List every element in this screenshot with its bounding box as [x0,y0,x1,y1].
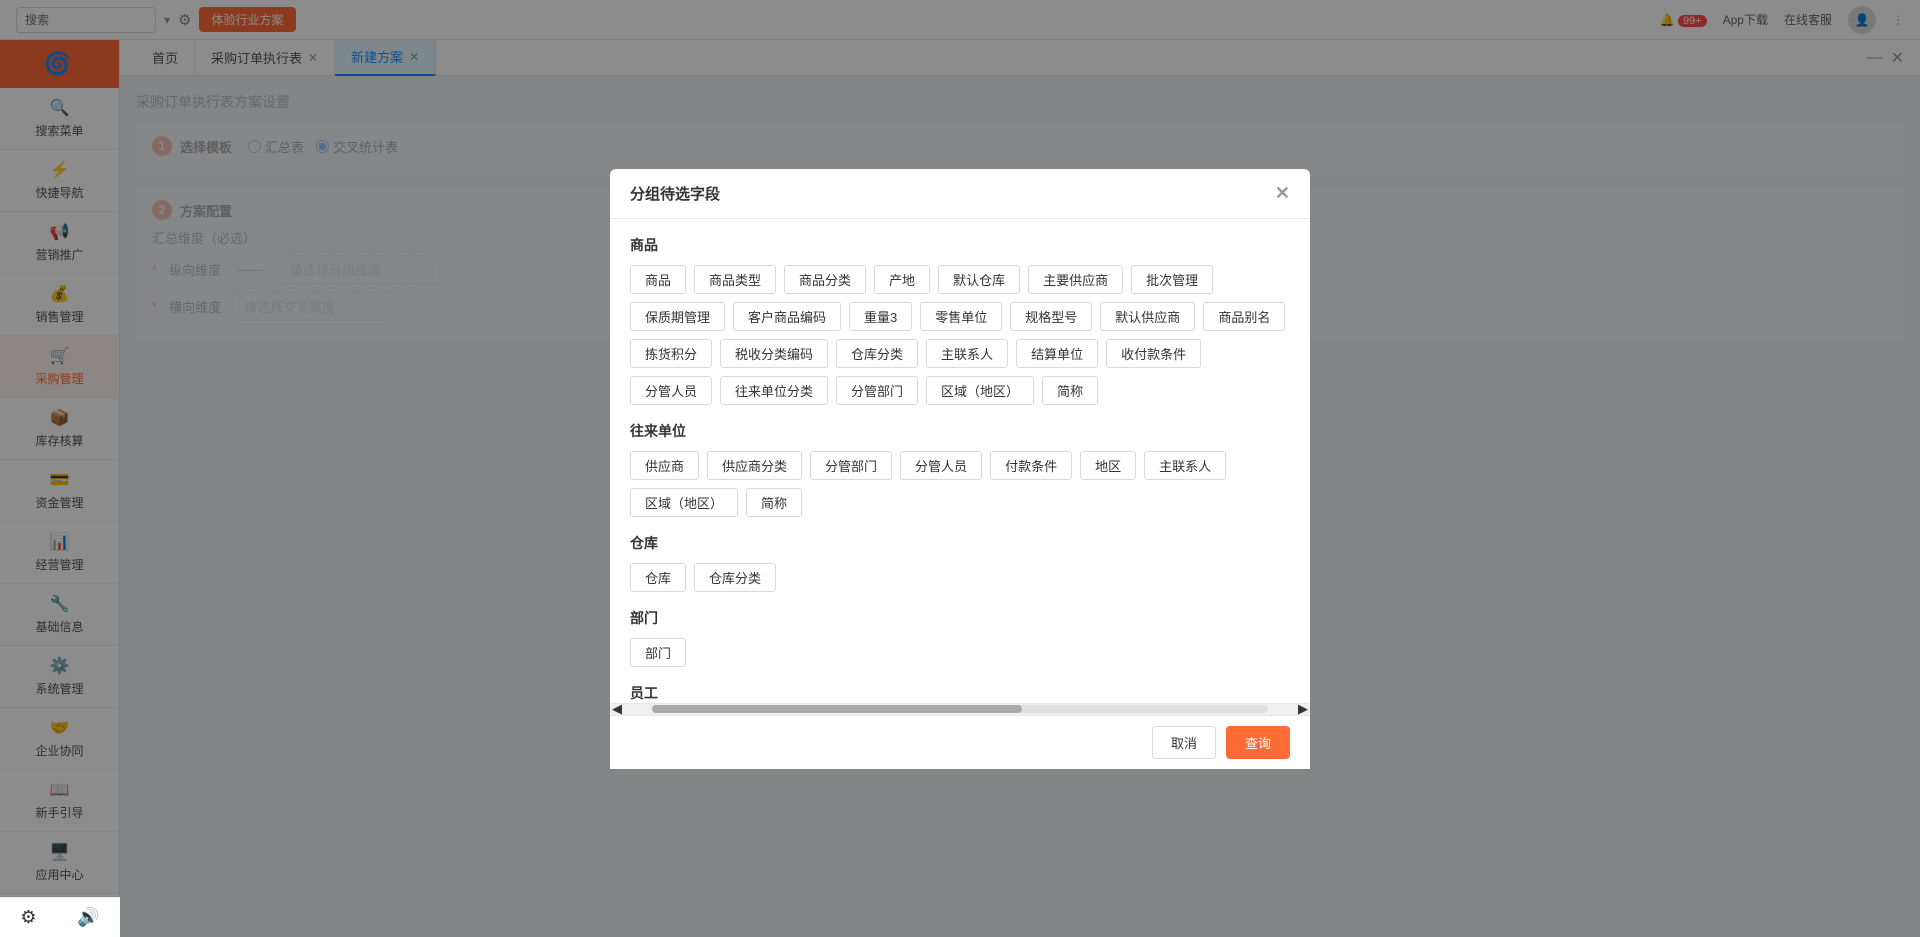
field-tag[interactable]: 默认供应商 [1100,302,1195,331]
field-tag[interactable]: 简称 [746,488,802,517]
field-tag[interactable]: 批次管理 [1131,265,1213,294]
field-tag[interactable]: 仓库分类 [694,563,776,592]
field-tag[interactable]: 部门 [630,638,686,667]
field-tag[interactable]: 简称 [1042,376,1098,405]
section-partner-title: 往来单位 [630,421,1290,441]
field-tag[interactable]: 区域（地区） [926,376,1034,405]
field-tag[interactable]: 保质期管理 [630,302,725,331]
section-goods-tags: 商品 商品类型 商品分类 产地 默认仓库 主要供应商 批次管理 保质期管理 客户… [630,265,1290,405]
modal-body: 商品 商品 商品类型 商品分类 产地 默认仓库 主要供应商 批次管理 保质期管理… [610,219,1310,703]
field-tag[interactable]: 仓库分类 [836,339,918,368]
audio-icon[interactable]: 🔊 [77,907,99,928]
field-tag[interactable]: 规格型号 [1010,302,1092,331]
field-tag[interactable]: 重量3 [849,302,912,331]
section-warehouse-tags: 仓库 仓库分类 [630,563,1290,592]
hscroll-thumb[interactable] [652,705,1022,713]
section-goods-title: 商品 [630,235,1290,255]
field-tag[interactable]: 供应商分类 [707,451,802,480]
section-partner-tags: 供应商 供应商分类 分管部门 分管人员 付款条件 地区 主联系人 区域（地区） … [630,451,1290,517]
confirm-button[interactable]: 查询 [1226,726,1290,759]
horizontal-scrollbar[interactable]: ◀ ▶ [610,703,1310,715]
field-tag[interactable]: 付款条件 [990,451,1072,480]
field-tag[interactable]: 商品类型 [694,265,776,294]
field-tag[interactable]: 结算单位 [1016,339,1098,368]
section-partner: 往来单位 供应商 供应商分类 分管部门 分管人员 付款条件 地区 主联系人 区域… [630,421,1290,517]
section-department: 部门 部门 [630,608,1290,667]
field-tag[interactable]: 供应商 [630,451,699,480]
field-tag[interactable]: 仓库 [630,563,686,592]
modal-title: 分组待选字段 [630,183,720,204]
field-tag[interactable]: 客户商品编码 [733,302,841,331]
field-tag[interactable]: 主联系人 [926,339,1008,368]
field-tag[interactable]: 商品 [630,265,686,294]
field-tag[interactable]: 往来单位分类 [720,376,828,405]
bottom-toolbar: ⚙ 🔊 [0,897,120,937]
field-tag[interactable]: 地区 [1080,451,1136,480]
cancel-button[interactable]: 取消 [1152,726,1216,759]
field-tag[interactable]: 主联系人 [1144,451,1226,480]
section-goods: 商品 商品 商品类型 商品分类 产地 默认仓库 主要供应商 批次管理 保质期管理… [630,235,1290,405]
section-employee-title: 员工 [630,683,1290,703]
field-tag[interactable]: 分管人员 [630,376,712,405]
section-employee: 员工 业务员 [630,683,1290,703]
section-warehouse: 仓库 仓库 仓库分类 [630,533,1290,592]
field-tag[interactable]: 分管部门 [836,376,918,405]
modal-header: 分组待选字段 ✕ [610,169,1310,219]
modal-footer: 取消 查询 [610,715,1310,769]
field-tag[interactable]: 分管人员 [900,451,982,480]
field-tag[interactable]: 拣货积分 [630,339,712,368]
field-tag[interactable]: 区域（地区） [630,488,738,517]
field-tag[interactable]: 产地 [874,265,930,294]
field-tag[interactable]: 分管部门 [810,451,892,480]
settings-bottom-icon[interactable]: ⚙ [20,907,36,928]
field-tag[interactable]: 商品分类 [784,265,866,294]
field-tag[interactable]: 税收分类编码 [720,339,828,368]
modal-close-button[interactable]: ✕ [1275,183,1290,204]
section-department-tags: 部门 [630,638,1290,667]
field-tag[interactable]: 主要供应商 [1028,265,1123,294]
modal-overlay: 分组待选字段 ✕ 商品 商品 商品类型 商品分类 产地 默认仓库 主要供应商 批… [0,0,1920,937]
field-tag[interactable]: 商品别名 [1203,302,1285,331]
section-department-title: 部门 [630,608,1290,628]
modal-dialog: 分组待选字段 ✕ 商品 商品 商品类型 商品分类 产地 默认仓库 主要供应商 批… [610,169,1310,769]
field-tag[interactable]: 零售单位 [920,302,1002,331]
section-warehouse-title: 仓库 [630,533,1290,553]
field-tag[interactable]: 默认仓库 [938,265,1020,294]
field-tag[interactable]: 收付款条件 [1106,339,1201,368]
